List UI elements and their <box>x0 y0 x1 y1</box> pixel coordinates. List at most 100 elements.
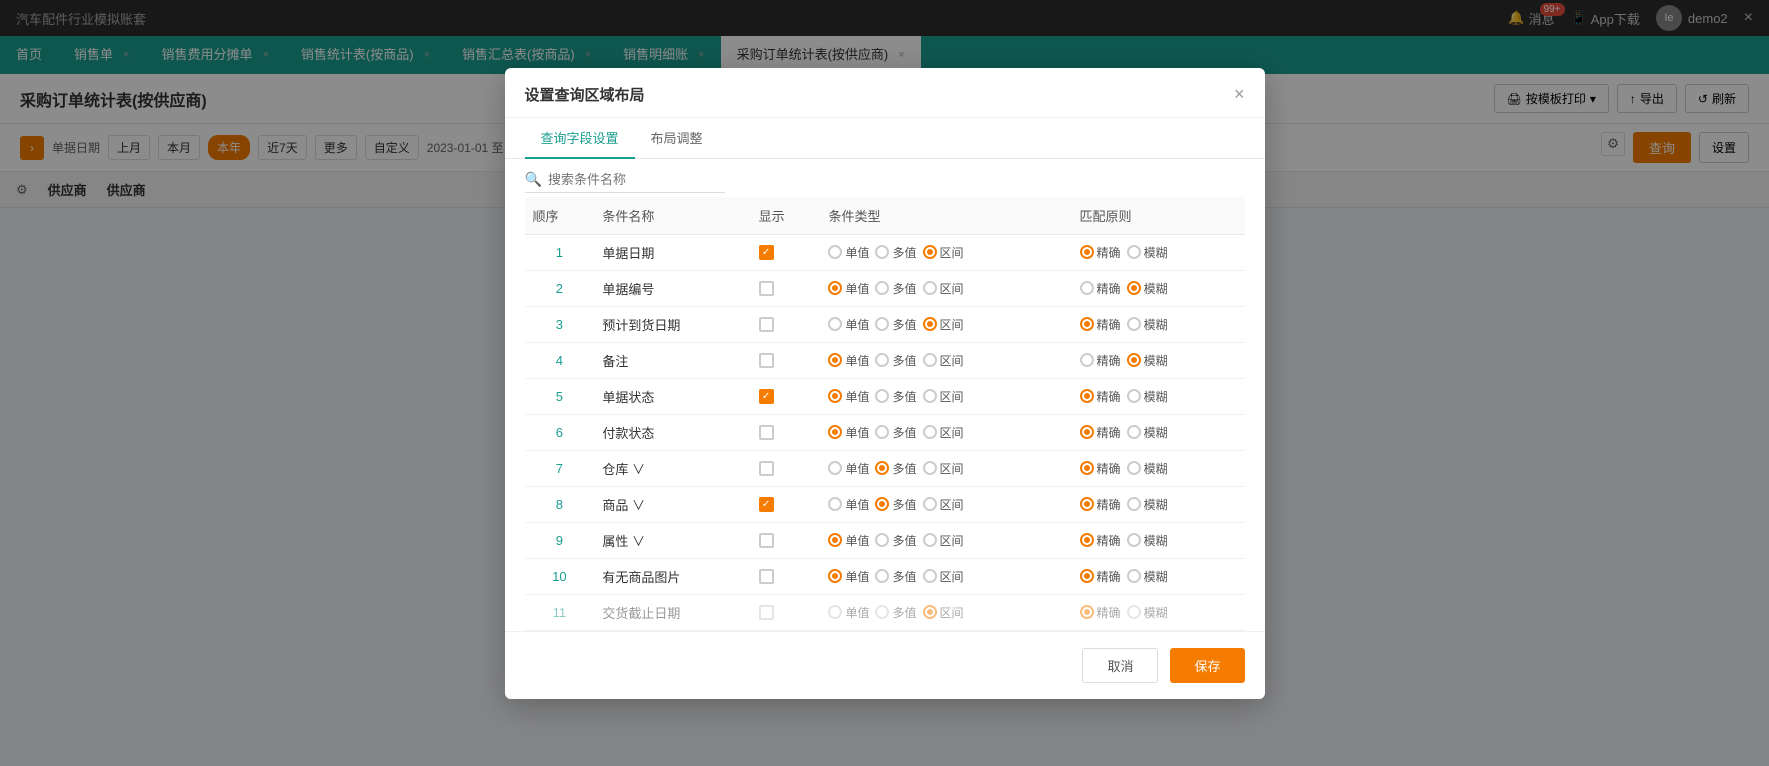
row-order-9: 10 <box>525 558 595 594</box>
match-radio-模糊-1[interactable]: 模糊 <box>1127 280 1168 297</box>
table-row: 8商品 ∨单值多值区间精确模糊 <box>525 486 1245 522</box>
row-display-7[interactable] <box>751 486 821 522</box>
type-radio-多值-0[interactable]: 多值 <box>875 244 916 261</box>
type-radio-单值-7[interactable]: 单值 <box>828 496 869 513</box>
type-radio-单值-8[interactable]: 单值 <box>828 532 869 549</box>
row-display-0[interactable] <box>751 234 821 270</box>
match-radio-模糊-6[interactable]: 模糊 <box>1127 460 1168 477</box>
display-checkbox-3[interactable] <box>759 353 774 368</box>
display-checkbox-4[interactable] <box>759 389 774 404</box>
match-radio-精确-1[interactable]: 精确 <box>1080 280 1121 297</box>
row-order-8: 9 <box>525 522 595 558</box>
type-radio-多值-4[interactable]: 多值 <box>875 388 916 405</box>
row-name-7: 商品 ∨ <box>594 486 750 522</box>
match-radio-模糊-9[interactable]: 模糊 <box>1127 568 1168 585</box>
display-checkbox-7[interactable] <box>759 497 774 512</box>
row-order-10: 11 <box>525 594 595 630</box>
row-display-5[interactable] <box>751 414 821 450</box>
match-radio-模糊-0[interactable]: 模糊 <box>1127 244 1168 261</box>
row-display-2[interactable] <box>751 306 821 342</box>
row-display-8[interactable] <box>751 522 821 558</box>
type-radio-区间-3[interactable]: 区间 <box>923 352 964 369</box>
condition-search-input[interactable] <box>548 172 708 187</box>
match-radio-精确-0[interactable]: 精确 <box>1080 244 1121 261</box>
row-match-10: 精确模糊 <box>1072 594 1245 630</box>
match-radio-精确-3[interactable]: 精确 <box>1080 352 1121 369</box>
cancel-button[interactable]: 取消 <box>1082 648 1158 683</box>
row-match-8: 精确模糊 <box>1072 522 1245 558</box>
match-radio-精确-6[interactable]: 精确 <box>1080 460 1121 477</box>
table-row: 6付款状态单值多值区间精确模糊 <box>525 414 1245 450</box>
match-radio-精确-5[interactable]: 精确 <box>1080 424 1121 441</box>
dialog-close-button[interactable]: × <box>1234 84 1245 105</box>
type-radio-区间-4[interactable]: 区间 <box>923 388 964 405</box>
type-radio-区间-8[interactable]: 区间 <box>923 532 964 549</box>
table-row: 5单据状态单值多值区间精确模糊 <box>525 378 1245 414</box>
save-button[interactable]: 保存 <box>1170 648 1244 683</box>
tab-query-fields[interactable]: 查询字段设置 <box>525 118 635 159</box>
type-radio-区间-0[interactable]: 区间 <box>923 244 964 261</box>
search-input-wrap: 🔍 <box>525 171 725 193</box>
match-radio-模糊-4[interactable]: 模糊 <box>1127 388 1168 405</box>
type-radio-多值-3[interactable]: 多值 <box>875 352 916 369</box>
type-radio-区间-5[interactable]: 区间 <box>923 424 964 441</box>
match-radio-模糊-2[interactable]: 模糊 <box>1127 316 1168 333</box>
type-radio-多值-7[interactable]: 多值 <box>875 496 916 513</box>
type-radio-单值-3[interactable]: 单值 <box>828 352 869 369</box>
col-match-header: 匹配原则 <box>1072 197 1245 235</box>
match-radio-精确-4[interactable]: 精确 <box>1080 388 1121 405</box>
type-radio-单值-10[interactable]: 单值 <box>828 604 869 621</box>
type-radio-多值-6[interactable]: 多值 <box>875 460 916 477</box>
type-radio-区间-6[interactable]: 区间 <box>923 460 964 477</box>
row-name-4: 单据状态 <box>594 378 750 414</box>
type-radio-多值-2[interactable]: 多值 <box>875 316 916 333</box>
match-radio-精确-8[interactable]: 精确 <box>1080 532 1121 549</box>
row-display-6[interactable] <box>751 450 821 486</box>
match-radio-模糊-3[interactable]: 模糊 <box>1127 352 1168 369</box>
type-radio-多值-1[interactable]: 多值 <box>875 280 916 297</box>
row-display-10[interactable] <box>751 594 821 630</box>
display-checkbox-8[interactable] <box>759 533 774 548</box>
display-checkbox-0[interactable] <box>759 245 774 260</box>
display-checkbox-6[interactable] <box>759 461 774 476</box>
type-radio-单值-0[interactable]: 单值 <box>828 244 869 261</box>
match-radio-模糊-10[interactable]: 模糊 <box>1127 604 1168 621</box>
match-radio-模糊-5[interactable]: 模糊 <box>1127 424 1168 441</box>
row-type-8: 单值多值区间 <box>820 522 1071 558</box>
row-display-3[interactable] <box>751 342 821 378</box>
display-checkbox-10[interactable] <box>759 605 774 620</box>
match-radio-精确-2[interactable]: 精确 <box>1080 316 1121 333</box>
type-radio-区间-1[interactable]: 区间 <box>923 280 964 297</box>
row-display-1[interactable] <box>751 270 821 306</box>
type-radio-单值-2[interactable]: 单值 <box>828 316 869 333</box>
match-radio-模糊-7[interactable]: 模糊 <box>1127 496 1168 513</box>
match-radio-精确-9[interactable]: 精确 <box>1080 568 1121 585</box>
type-radio-区间-9[interactable]: 区间 <box>923 568 964 585</box>
row-display-4[interactable] <box>751 378 821 414</box>
row-match-5: 精确模糊 <box>1072 414 1245 450</box>
display-checkbox-1[interactable] <box>759 281 774 296</box>
type-radio-单值-6[interactable]: 单值 <box>828 460 869 477</box>
match-radio-精确-7[interactable]: 精确 <box>1080 496 1121 513</box>
type-radio-区间-7[interactable]: 区间 <box>923 496 964 513</box>
type-radio-区间-2[interactable]: 区间 <box>923 316 964 333</box>
type-radio-单值-4[interactable]: 单值 <box>828 388 869 405</box>
type-radio-单值-5[interactable]: 单值 <box>828 424 869 441</box>
match-radio-精确-10[interactable]: 精确 <box>1080 604 1121 621</box>
display-checkbox-5[interactable] <box>759 425 774 440</box>
row-type-9: 单值多值区间 <box>820 558 1071 594</box>
type-radio-多值-10[interactable]: 多值 <box>875 604 916 621</box>
tab-layout-adjust[interactable]: 布局调整 <box>635 118 719 159</box>
type-radio-多值-5[interactable]: 多值 <box>875 424 916 441</box>
row-order-5: 6 <box>525 414 595 450</box>
type-radio-区间-10[interactable]: 区间 <box>923 604 964 621</box>
display-checkbox-2[interactable] <box>759 317 774 332</box>
row-display-9[interactable] <box>751 558 821 594</box>
type-radio-单值-9[interactable]: 单值 <box>828 568 869 585</box>
display-checkbox-9[interactable] <box>759 569 774 584</box>
type-radio-多值-8[interactable]: 多值 <box>875 532 916 549</box>
type-radio-单值-1[interactable]: 单值 <box>828 280 869 297</box>
type-radio-多值-9[interactable]: 多值 <box>875 568 916 585</box>
row-type-10: 单值多值区间 <box>820 594 1071 630</box>
match-radio-模糊-8[interactable]: 模糊 <box>1127 532 1168 549</box>
